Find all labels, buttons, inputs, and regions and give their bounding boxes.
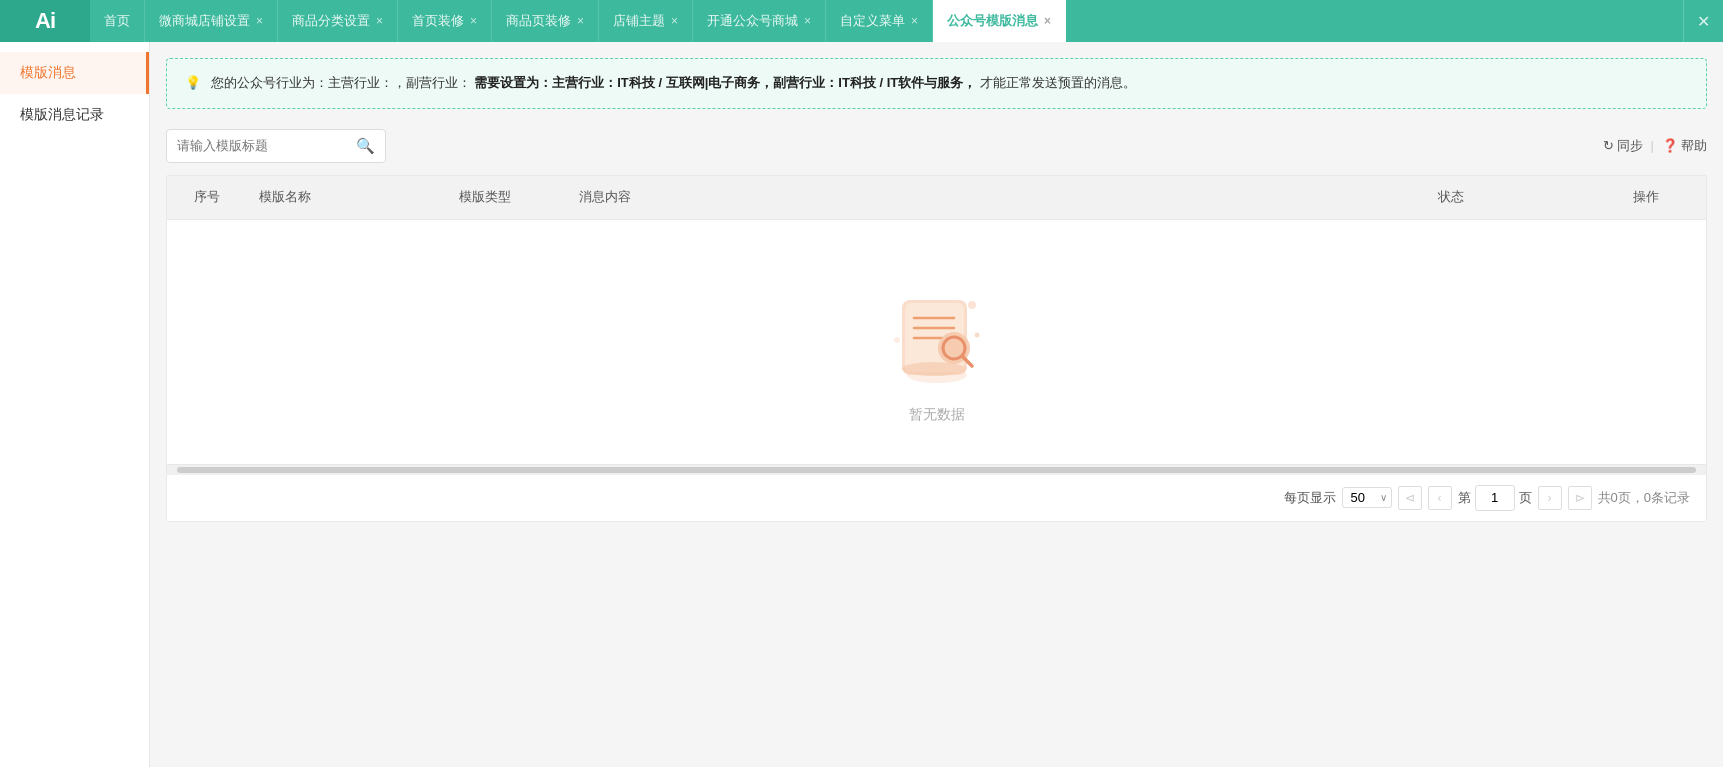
- col-header-type: 模版类型: [447, 188, 567, 206]
- col-header-name: 模版名称: [247, 188, 447, 206]
- sync-button[interactable]: ↻ 同步: [1603, 137, 1643, 155]
- tab-close-icon-4[interactable]: ×: [577, 15, 584, 27]
- next-page-button[interactable]: ›: [1538, 486, 1562, 510]
- nav-tab-2[interactable]: 商品分类设置×: [278, 0, 398, 42]
- svg-point-10: [968, 301, 976, 309]
- nav-tab-3[interactable]: 首页装修×: [398, 0, 492, 42]
- close-all-button[interactable]: ✕: [1683, 0, 1723, 42]
- nav-tab-8[interactable]: 公众号模版消息×: [933, 0, 1066, 42]
- svg-point-12: [974, 332, 979, 337]
- help-button[interactable]: ❓ 帮助: [1662, 137, 1707, 155]
- svg-point-3: [902, 362, 966, 376]
- nav-tab-7[interactable]: 自定义菜单×: [826, 0, 933, 42]
- page-size-select[interactable]: 10 20 50 100: [1342, 487, 1392, 508]
- first-page-button[interactable]: ⊲: [1398, 486, 1422, 510]
- prev-page-button[interactable]: ‹: [1428, 486, 1452, 510]
- bulb-icon: 💡: [185, 75, 201, 90]
- nav-tab-6[interactable]: 开通公众号商城×: [693, 0, 826, 42]
- sync-icon: ↻: [1603, 138, 1614, 153]
- data-table: 序号 模版名称 模版类型 消息内容 状态 操作: [166, 175, 1707, 522]
- di-label: 第: [1458, 489, 1471, 507]
- empty-illustration: [882, 280, 992, 390]
- notice-banner: 💡 您的公众号行业为：主营行业：，副营行业： 需要设置为：主营行业：IT科技 /…: [166, 58, 1707, 109]
- tab-close-icon-1[interactable]: ×: [256, 15, 263, 27]
- tab-close-icon-3[interactable]: ×: [470, 15, 477, 27]
- tab-close-icon-6[interactable]: ×: [804, 15, 811, 27]
- search-input[interactable]: [177, 138, 356, 153]
- table-header: 序号 模版名称 模版类型 消息内容 状态 操作: [167, 176, 1706, 220]
- help-icon: ❓: [1662, 138, 1678, 153]
- nav-tab-1[interactable]: 微商城店铺设置×: [145, 0, 278, 42]
- page-size-label: 每页显示: [1284, 489, 1336, 507]
- page-label: 页: [1519, 489, 1532, 507]
- last-page-button[interactable]: ⊳: [1568, 486, 1592, 510]
- pagination-bar: 每页显示 10 20 50 100 ⊲ ‹ 第 页 › ⊳: [167, 474, 1706, 521]
- sidebar-item-1[interactable]: 模版消息记录: [0, 94, 149, 136]
- search-input-wrap: 🔍: [166, 129, 386, 163]
- main-layout: 模版消息模版消息记录 💡 您的公众号行业为：主营行业：，副营行业： 需要设置为：…: [0, 42, 1723, 767]
- nav-tab-5[interactable]: 店铺主题×: [599, 0, 693, 42]
- tab-close-icon-5[interactable]: ×: [671, 15, 678, 27]
- nav-tab-0[interactable]: 首页: [90, 0, 145, 42]
- topnav: Ai 首页微商城店铺设置×商品分类设置×首页装修×商品页装修×店铺主题×开通公众…: [0, 0, 1723, 42]
- col-header-index: 序号: [167, 188, 247, 206]
- search-bar: 🔍 ↻ 同步 | ❓ 帮助: [166, 129, 1707, 163]
- notice-highlight: 需要设置为：主营行业：IT科技 / 互联网|电子商务，副营行业：IT科技 / I…: [474, 75, 976, 90]
- notice-suffix: 才能正常发送预置的消息。: [980, 75, 1136, 90]
- horizontal-scrollbar[interactable]: [167, 464, 1706, 474]
- search-button[interactable]: 🔍: [356, 137, 375, 155]
- sync-label: 同步: [1617, 137, 1643, 155]
- sidebar-item-0[interactable]: 模版消息: [0, 52, 149, 94]
- help-label: 帮助: [1681, 137, 1707, 155]
- content-area: 💡 您的公众号行业为：主营行业：，副营行业： 需要设置为：主营行业：IT科技 /…: [150, 42, 1723, 767]
- brand-logo: Ai: [0, 0, 90, 42]
- total-info: 共0页，0条记录: [1598, 489, 1690, 507]
- sidebar: 模版消息模版消息记录: [0, 42, 150, 767]
- svg-point-11: [894, 337, 900, 343]
- page-number-input[interactable]: [1475, 485, 1515, 511]
- col-header-status: 状态: [1426, 188, 1586, 206]
- search-actions: ↻ 同步 | ❓ 帮助: [1603, 137, 1707, 155]
- nav-tab-4[interactable]: 商品页装修×: [492, 0, 599, 42]
- empty-text: 暂无数据: [909, 406, 965, 424]
- nav-tabs: 首页微商城店铺设置×商品分类设置×首页装修×商品页装修×店铺主题×开通公众号商城…: [90, 0, 1683, 42]
- divider: |: [1651, 138, 1654, 153]
- col-header-content: 消息内容: [567, 188, 1426, 206]
- tab-close-icon-7[interactable]: ×: [911, 15, 918, 27]
- page-size-select-wrap: 10 20 50 100: [1342, 487, 1392, 508]
- empty-state: 暂无数据: [167, 220, 1706, 464]
- tab-close-icon-8[interactable]: ×: [1044, 15, 1051, 27]
- tab-close-icon-2[interactable]: ×: [376, 15, 383, 27]
- scroll-thumb[interactable]: [177, 467, 1696, 473]
- page-input-wrap: 第 页: [1458, 485, 1532, 511]
- col-header-action: 操作: [1586, 188, 1706, 206]
- notice-prefix: 您的公众号行业为：主营行业：，副营行业：: [211, 75, 471, 90]
